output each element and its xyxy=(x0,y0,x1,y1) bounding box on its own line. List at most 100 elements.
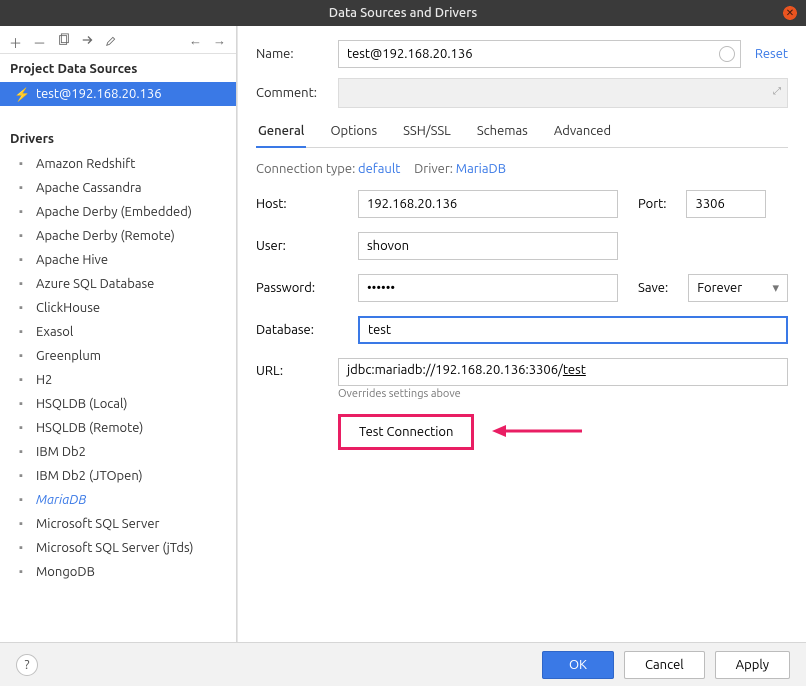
url-label: URL: xyxy=(256,358,338,378)
name-input[interactable] xyxy=(338,40,741,68)
driver-label: HSQLDB (Local) xyxy=(36,397,127,411)
copy-icon[interactable] xyxy=(56,33,72,47)
driver-item[interactable]: ▪Exasol xyxy=(0,320,236,344)
driver-label: Apache Cassandra xyxy=(36,181,142,195)
connection-type-link[interactable]: default xyxy=(358,162,400,176)
driver-icon: ▪ xyxy=(14,565,28,579)
driver-label: Microsoft SQL Server (jTds) xyxy=(36,541,194,555)
data-source-label: test@192.168.20.136 xyxy=(36,87,162,101)
driver-label: Apache Hive xyxy=(36,253,108,267)
driver-label: IBM Db2 xyxy=(36,445,86,459)
expand-icon[interactable]: ⤢ xyxy=(773,85,781,97)
reset-link[interactable]: Reset xyxy=(755,47,788,61)
cancel-button[interactable]: Cancel xyxy=(624,651,705,679)
apply-button[interactable]: Apply xyxy=(715,651,790,679)
driver-link[interactable]: MariaDB xyxy=(456,162,506,176)
user-label: User: xyxy=(256,239,338,253)
tab-options[interactable]: Options xyxy=(328,118,379,147)
data-sources-list: ⚡ test@192.168.20.136 xyxy=(0,82,236,106)
ok-button[interactable]: OK xyxy=(542,651,614,679)
driver-icon: ▪ xyxy=(14,301,28,315)
connection-info: Connection type: default Driver: MariaDB xyxy=(256,162,788,176)
name-label: Name: xyxy=(256,47,338,61)
sidebar: ＋ － ← → Project Data Sources ⚡ test@192.… xyxy=(0,26,237,642)
test-connection-button[interactable]: Test Connection xyxy=(338,414,474,450)
driver-label: HSQLDB (Remote) xyxy=(36,421,143,435)
back-icon[interactable]: ← xyxy=(188,33,204,47)
drivers-header: Drivers xyxy=(0,124,236,152)
save-label: Save: xyxy=(638,281,668,295)
driver-icon: ▪ xyxy=(14,181,28,195)
project-data-sources-header: Project Data Sources xyxy=(0,54,236,82)
driver-label: Amazon Redshift xyxy=(36,157,135,171)
remove-icon[interactable]: － xyxy=(32,33,48,47)
host-input[interactable] xyxy=(358,190,618,218)
tab-schemas[interactable]: Schemas xyxy=(475,118,530,147)
driver-icon: ▪ xyxy=(14,349,28,363)
driver-item[interactable]: ▪ HSQLDB (Local) xyxy=(0,392,236,416)
tabs: General Options SSH/SSL Schemas Advanced xyxy=(256,118,788,148)
port-input[interactable] xyxy=(686,190,766,218)
driver-item[interactable]: ▪ Apache Hive xyxy=(0,248,236,272)
forward-icon[interactable]: → xyxy=(212,33,228,47)
annotation-arrow xyxy=(492,419,582,446)
comment-label: Comment: xyxy=(256,86,338,100)
help-button[interactable]: ? xyxy=(16,654,38,676)
driver-item[interactable]: ▪ Apache Cassandra xyxy=(0,176,236,200)
driver-item[interactable]: ▪Microsoft SQL Server xyxy=(0,512,236,536)
comment-input[interactable]: ⤢ xyxy=(338,78,788,108)
driver-icon: ▪ xyxy=(14,229,28,243)
driver-item[interactable]: ▪Apache Derby (Embedded) xyxy=(0,200,236,224)
driver-label: IBM Db2 (JTOpen) xyxy=(36,469,143,483)
tab-ssh-ssl[interactable]: SSH/SSL xyxy=(401,118,453,147)
driver-item[interactable]: ▪ Microsoft SQL Server (jTds) xyxy=(0,536,236,560)
driver-icon: ▪ xyxy=(14,493,28,507)
driver-icon: ▪ xyxy=(14,325,28,339)
password-input[interactable] xyxy=(358,274,618,302)
driver-icon: ▪ xyxy=(14,397,28,411)
driver-item[interactable]: ▪ H2 xyxy=(0,368,236,392)
database-label: Database: xyxy=(256,323,338,337)
titlebar: Data Sources and Drivers ✕ xyxy=(0,0,806,26)
sidebar-toolbar: ＋ － ← → xyxy=(0,26,236,54)
host-label: Host: xyxy=(256,197,338,211)
driver-icon: ▪ xyxy=(14,373,28,387)
driver-item[interactable]: ▪ IBM Db2 (JTOpen) xyxy=(0,464,236,488)
driver-icon: ▪ xyxy=(14,469,28,483)
driver-item[interactable]: ▪MongoDB xyxy=(0,560,236,584)
add-icon[interactable]: ＋ xyxy=(8,33,24,47)
overrides-note: Overrides settings above xyxy=(338,388,788,400)
driver-item[interactable]: ▪ ClickHouse xyxy=(0,296,236,320)
tab-general[interactable]: General xyxy=(256,118,306,148)
main-panel: Name: Reset Comment: ⤢ General Options S… xyxy=(237,26,806,642)
database-input[interactable] xyxy=(358,316,788,344)
driver-item[interactable]: ▪ Amazon Redshift xyxy=(0,152,236,176)
url-input[interactable]: jdbc:mariadb://192.168.20.136:3306/test xyxy=(338,358,788,386)
close-icon[interactable]: ✕ xyxy=(782,5,798,21)
driver-item[interactable]: ▪Apache Derby (Remote) xyxy=(0,224,236,248)
save-select[interactable]: Forever ▾ xyxy=(688,274,788,302)
driver-icon: ▪ xyxy=(14,277,28,291)
driver-item[interactable]: ▪MariaDB xyxy=(0,488,236,512)
driver-item[interactable]: ▪ HSQLDB (Remote) xyxy=(0,416,236,440)
driver-label: Apache Derby (Embedded) xyxy=(36,205,192,219)
port-label: Port: xyxy=(638,197,666,211)
settings-icon[interactable] xyxy=(104,33,120,47)
goto-icon[interactable] xyxy=(80,33,96,47)
driver-label: ClickHouse xyxy=(36,301,100,315)
chevron-down-icon: ▾ xyxy=(772,281,779,296)
tab-advanced[interactable]: Advanced xyxy=(552,118,613,147)
driver-icon: ▪ xyxy=(14,421,28,435)
driver-icon: ▪ xyxy=(14,157,28,171)
driver-item[interactable]: ▪Greenplum xyxy=(0,344,236,368)
driver-item[interactable]: ▪Azure SQL Database xyxy=(0,272,236,296)
data-source-item[interactable]: ⚡ test@192.168.20.136 xyxy=(0,82,236,106)
window-title: Data Sources and Drivers xyxy=(329,6,477,20)
color-circle-icon[interactable] xyxy=(719,46,735,62)
driver-item[interactable]: ▪ IBM Db2 xyxy=(0,440,236,464)
driver-icon: ▪ xyxy=(14,253,28,267)
user-input[interactable] xyxy=(358,232,618,260)
driver-label: H2 xyxy=(36,373,52,387)
driver-icon: ▪ xyxy=(14,445,28,459)
driver-icon: ▪ xyxy=(14,541,28,555)
